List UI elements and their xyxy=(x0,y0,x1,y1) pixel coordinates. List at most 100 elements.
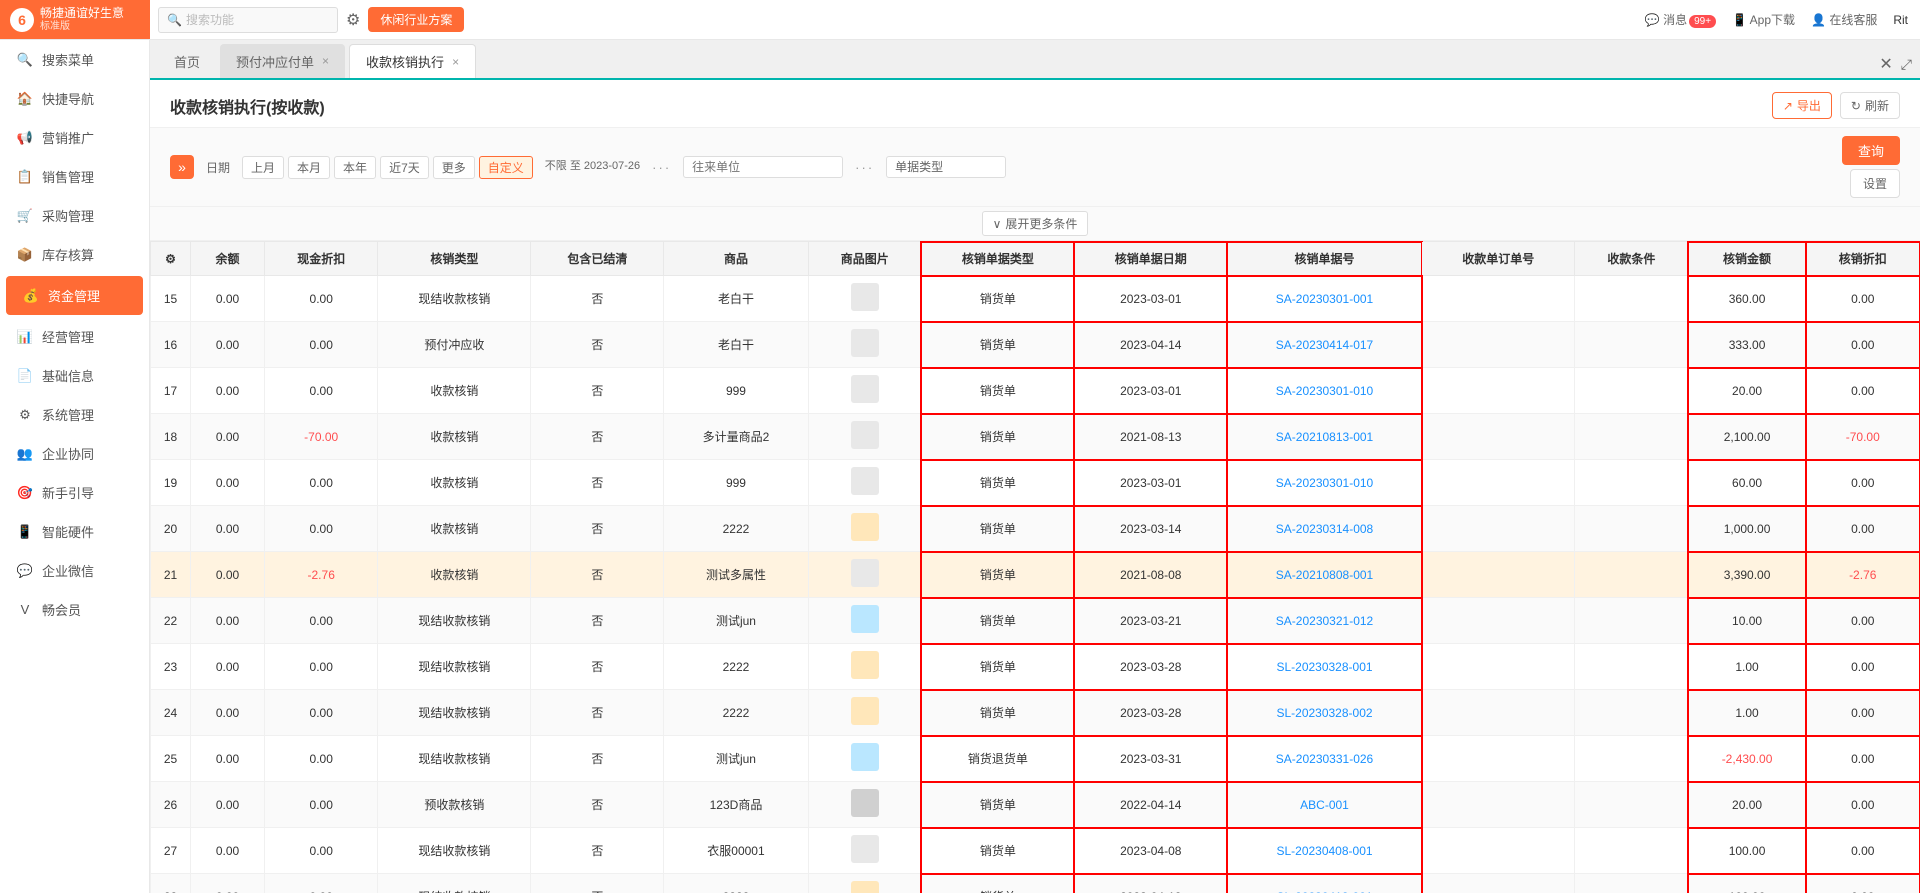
sidebar-item-finance[interactable]: 💰 资金管理 xyxy=(6,276,143,315)
cell-product: 测试多属性 xyxy=(664,552,808,598)
counterparty-input[interactable] xyxy=(683,156,843,178)
filter-expand-btn[interactable]: » xyxy=(170,155,194,179)
sidebar-item-member[interactable]: V 畅会员 xyxy=(0,590,149,629)
column-settings-icon[interactable]: ⚙ xyxy=(165,252,176,266)
cell-cash-discount: 0.00 xyxy=(264,506,377,552)
sidebar-item-inventory[interactable]: 📦 库存核算 xyxy=(0,235,149,274)
th-icon[interactable]: ⚙ xyxy=(151,242,191,276)
sidebar-label-base: 基础信息 xyxy=(42,366,94,385)
message-icon[interactable]: 💬 消息99+ xyxy=(1645,11,1716,28)
date-btn-7days[interactable]: 近7天 xyxy=(380,156,429,179)
verify-no-link[interactable]: SA-20230301-010 xyxy=(1276,384,1373,398)
tab-prepayment-close[interactable]: × xyxy=(322,54,329,68)
tab-verify-close[interactable]: × xyxy=(452,55,459,69)
date-btn-this-year[interactable]: 本年 xyxy=(334,156,376,179)
export-button[interactable]: ↗ 导出 xyxy=(1772,92,1832,119)
collab-icon: 👥 xyxy=(16,445,34,463)
verify-no-link[interactable]: SA-20230301-010 xyxy=(1276,476,1373,490)
setting-button[interactable]: 设置 xyxy=(1850,169,1900,198)
sidebar-item-wechat[interactable]: 💬 企业微信 xyxy=(0,551,149,590)
cell-verify-no: SA-20230301-010 xyxy=(1227,368,1422,414)
verify-no-link[interactable]: SA-20230314-008 xyxy=(1276,522,1373,536)
verify-no-link[interactable]: SL-20230328-002 xyxy=(1276,706,1372,720)
sidebar-label-business: 经营管理 xyxy=(42,327,94,346)
cell-verify-date: 2023-03-21 xyxy=(1074,598,1227,644)
verify-no-link[interactable]: ABC-001 xyxy=(1300,798,1349,812)
sidebar-item-base[interactable]: 📄 基础信息 xyxy=(0,356,149,395)
cell-receipt-condition xyxy=(1575,368,1688,414)
cell-balance: 0.00 xyxy=(191,322,265,368)
tab-home[interactable]: 首页 xyxy=(158,44,216,78)
sidebar-item-nav[interactable]: 🏠 快捷导航 xyxy=(0,79,149,118)
verify-no-link[interactable]: SL-20230408-001 xyxy=(1276,844,1372,858)
th-balance: 余额 xyxy=(191,242,265,276)
sidebar-item-system[interactable]: ⚙ 系统管理 xyxy=(0,395,149,434)
sidebar-label-sales: 销售管理 xyxy=(42,167,94,186)
table-container[interactable]: ⚙ 余额 现金折扣 核销类型 包含已结清 商品 商品图片 核销单据类型 核销单据… xyxy=(150,241,1920,893)
online-service[interactable]: 👤 在线客服 xyxy=(1811,11,1877,28)
tab-prepayment[interactable]: 预付冲应付单 × xyxy=(220,44,345,78)
cell-include-settled: 否 xyxy=(531,828,664,874)
cell-receipt-condition xyxy=(1575,828,1688,874)
verify-no-link[interactable]: SA-20230321-012 xyxy=(1276,614,1373,628)
cell-product: 测试jun xyxy=(664,736,808,782)
tab-close-window-icon[interactable]: ✕ xyxy=(1879,54,1892,74)
table-row: 19 0.00 0.00 收款核销 否 999 销货单 2023-03-01 S… xyxy=(151,460,1920,506)
date-btn-custom[interactable]: 自定义 xyxy=(479,156,533,179)
cell-verify-amount: 100.00 xyxy=(1688,828,1806,874)
cell-balance: 0.00 xyxy=(191,690,265,736)
tab-verify[interactable]: 收款核销执行 × xyxy=(349,44,476,78)
query-button[interactable]: 查询 xyxy=(1842,136,1900,165)
cell-verify-date: 2023-04-14 xyxy=(1074,322,1227,368)
cell-receipt-condition xyxy=(1575,552,1688,598)
sidebar-item-business[interactable]: 📊 经营管理 xyxy=(0,317,149,356)
user-name[interactable]: Rit xyxy=(1893,13,1908,27)
cell-no: 26 xyxy=(151,782,191,828)
cell-verify-bill-type: 销货单 xyxy=(921,782,1074,828)
verify-no-link[interactable]: SL-20230418-001 xyxy=(1276,890,1372,893)
sidebar-item-collab[interactable]: 👥 企业协同 xyxy=(0,434,149,473)
sidebar-label-system: 系统管理 xyxy=(42,405,94,424)
sidebar-item-hardware[interactable]: 📱 智能硬件 xyxy=(0,512,149,551)
cell-no: 27 xyxy=(151,828,191,874)
cell-receipt-order-no xyxy=(1422,782,1575,828)
data-table: ⚙ 余额 现金折扣 核销类型 包含已结清 商品 商品图片 核销单据类型 核销单据… xyxy=(150,241,1920,893)
sidebar-item-search[interactable]: 🔍 搜索菜单 xyxy=(0,40,149,79)
cell-include-settled: 否 xyxy=(531,552,664,598)
sidebar-label-marketing: 营销推广 xyxy=(42,128,94,147)
date-btn-more[interactable]: 更多 xyxy=(433,156,475,179)
date-btn-last-month[interactable]: 上月 xyxy=(242,156,284,179)
cell-verify-no: SA-20230301-010 xyxy=(1227,460,1422,506)
verify-no-link[interactable]: SL-20230328-001 xyxy=(1276,660,1372,674)
gear-icon[interactable]: ⚙ xyxy=(346,10,360,30)
sidebar-item-marketing[interactable]: 📢 营销推广 xyxy=(0,118,149,157)
verify-no-link[interactable]: SA-20210813-001 xyxy=(1276,430,1373,444)
cell-product: 2222 xyxy=(664,644,808,690)
hardware-icon: 📱 xyxy=(16,523,34,541)
refresh-button[interactable]: ↻ 刷新 xyxy=(1840,92,1900,119)
th-receipt-condition: 收款条件 xyxy=(1575,242,1688,276)
cell-receipt-condition xyxy=(1575,598,1688,644)
verify-no-link[interactable]: SA-20230301-001 xyxy=(1276,292,1373,306)
single-type-select[interactable]: 单据类型 xyxy=(886,156,1006,178)
sidebar-item-guide[interactable]: 🎯 新手引导 xyxy=(0,473,149,512)
cell-verify-bill-type: 销货单 xyxy=(921,644,1074,690)
cell-cash-discount: 0.00 xyxy=(264,368,377,414)
cell-verify-amount: 1.00 xyxy=(1688,690,1806,736)
sidebar-item-sales[interactable]: 📋 销售管理 xyxy=(0,157,149,196)
sidebar-item-purchase[interactable]: 🛒 采购管理 xyxy=(0,196,149,235)
industry-btn[interactable]: 休闲行业方案 xyxy=(368,7,464,32)
cell-verify-no: SA-20230301-001 xyxy=(1227,276,1422,322)
date-btn-this-month[interactable]: 本月 xyxy=(288,156,330,179)
top-search[interactable]: 🔍 搜索功能 xyxy=(158,7,338,33)
cell-include-settled: 否 xyxy=(531,322,664,368)
verify-no-link[interactable]: SA-20230331-026 xyxy=(1276,752,1373,766)
cell-verify-amount: -2,430.00 xyxy=(1688,736,1806,782)
verify-no-link[interactable]: SA-20230414-017 xyxy=(1276,338,1373,352)
cell-product: 多计量商品2 xyxy=(664,414,808,460)
verify-no-link[interactable]: SA-20210808-001 xyxy=(1276,568,1373,582)
cell-verify-date: 2023-03-01 xyxy=(1074,368,1227,414)
tab-expand-icon[interactable]: ⤢ xyxy=(1901,56,1912,73)
expand-more-btn[interactable]: ∨ 展开更多条件 xyxy=(982,211,1089,236)
app-download[interactable]: 📱 App下载 xyxy=(1732,11,1795,28)
